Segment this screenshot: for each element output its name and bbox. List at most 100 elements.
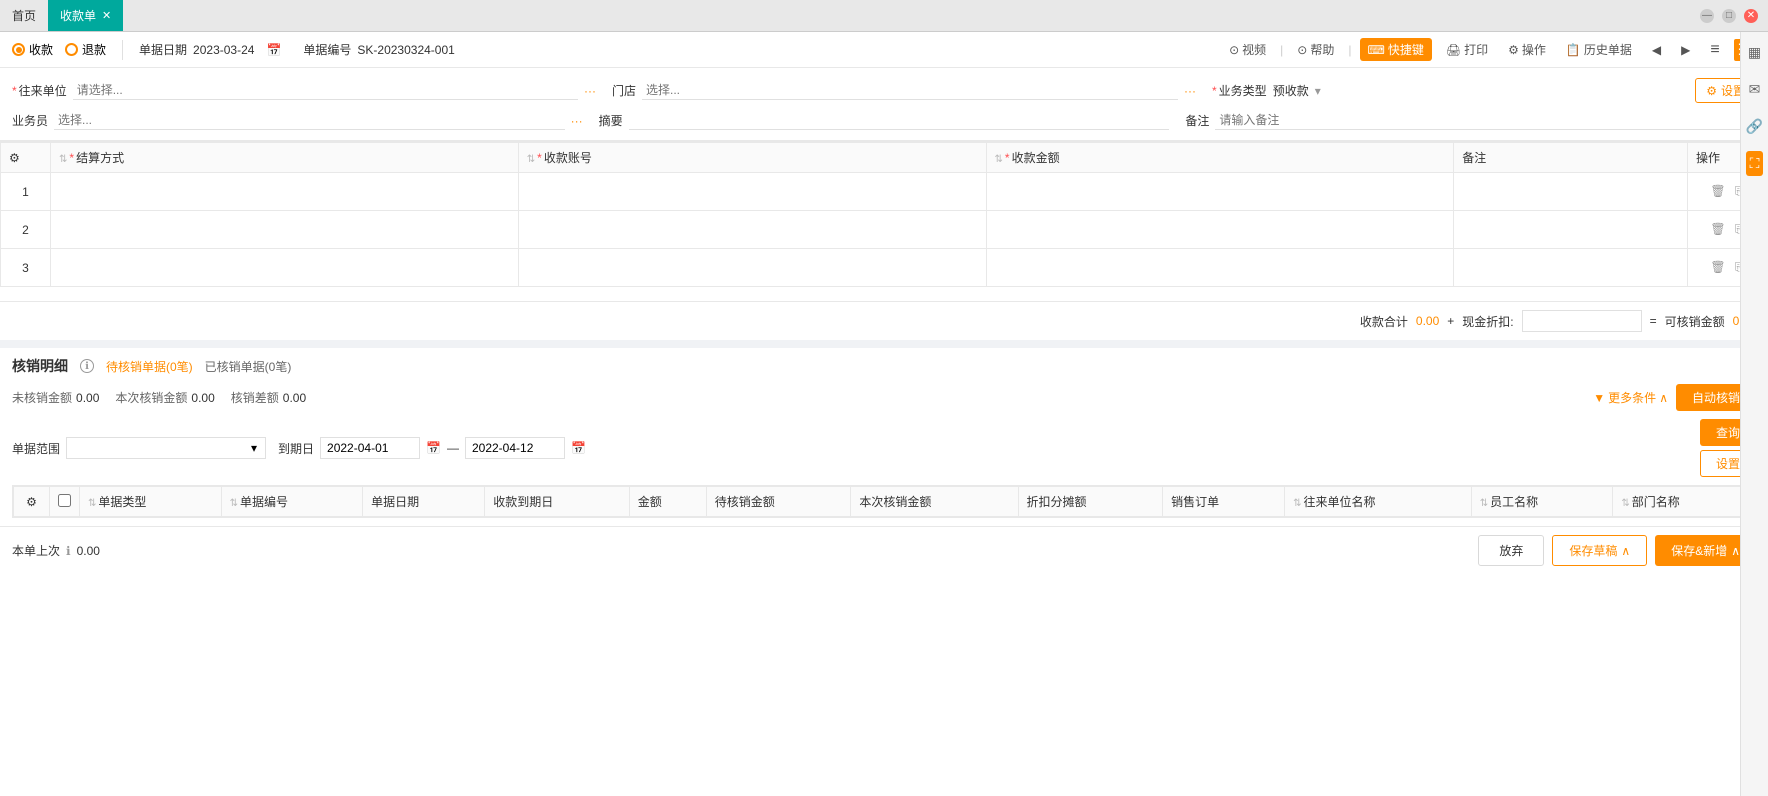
summary-row: 收款合计 0.00 + 现金折扣: = 可核销金额 0.00 <box>0 301 1768 340</box>
partner-input[interactable] <box>73 81 578 100</box>
row-3-account[interactable] <box>518 249 986 287</box>
discount-input[interactable] <box>1522 310 1642 332</box>
more-conditions-btn[interactable]: ▼ 更多条件 ∧ <box>1593 389 1668 406</box>
radio-group: 收款 退款 <box>12 41 106 58</box>
lt-th-discount: 折扣分摊额 <box>1018 487 1163 517</box>
print-btn[interactable]: 🖨 打印 <box>1440 39 1494 60</box>
row-1-amount[interactable] <box>986 173 1454 211</box>
nav-next-btn[interactable]: ▶ <box>1675 41 1696 59</box>
radio-refund[interactable]: 退款 <box>65 41 106 58</box>
current-stat: 本次核销金额 0.00 <box>115 389 214 406</box>
th-remark: 备注 <box>1454 143 1688 173</box>
bottom-info-icon[interactable]: ℹ <box>66 544 71 558</box>
lt-th-partner: ⇅往来单位名称 <box>1285 487 1472 517</box>
close-button[interactable]: ✕ <box>1744 9 1758 23</box>
shortcut-btn[interactable]: ⌨ 快捷键 <box>1360 38 1432 61</box>
lt-th-current: 本次核销金额 <box>851 487 1018 517</box>
unreconciled-label: 未核销金额 <box>12 389 72 406</box>
date-from-input[interactable] <box>320 437 420 459</box>
store-input[interactable] <box>642 81 1178 100</box>
th-settings[interactable]: ⚙ <box>1 143 51 173</box>
row-1-num: 1 <box>1 173 51 211</box>
row-2-account[interactable] <box>518 211 986 249</box>
lt-th-settings[interactable]: ⚙ <box>14 487 50 517</box>
tab-receipt[interactable]: 收款单 ✕ <box>48 0 123 31</box>
date-to-calendar-icon[interactable]: 📅 <box>571 441 586 455</box>
settings-gear-icon: ⚙ <box>1706 84 1717 98</box>
operation-label: 操作 <box>1522 41 1546 58</box>
lt-th-bill-date: 单据日期 <box>363 487 485 517</box>
business-type-dropdown[interactable]: ▾ <box>1315 84 1321 98</box>
filter-row: 单据范围 ▾ 到期日 📅 — 📅 查询 设置 <box>12 419 1756 477</box>
row-2-delete-icon[interactable]: 🗑 <box>1710 222 1725 236</box>
select-all-checkbox[interactable] <box>58 494 71 507</box>
due-date-field: 到期日 📅 — 📅 <box>278 437 586 459</box>
total-value: 0.00 <box>1416 314 1439 328</box>
sidebar-table-icon[interactable]: ▦ <box>1744 40 1765 65</box>
bottom-bar: 本单上次 ℹ 0.00 放弃 保存草稿 ∧ 保存&新增 ∧ <box>0 526 1768 574</box>
row-2-amount[interactable] <box>986 211 1454 249</box>
diff-value: 0.00 <box>283 391 306 405</box>
staff-input[interactable] <box>54 111 565 130</box>
row-3-delete-icon[interactable]: 🗑 <box>1710 260 1725 274</box>
store-more-icon[interactable]: ··· <box>1184 84 1196 98</box>
staff-label: 业务员 <box>12 112 48 129</box>
minimize-button[interactable]: — <box>1700 9 1714 23</box>
pending-tab[interactable]: 待核销单据(0笔) <box>106 358 193 375</box>
radio-receipt-dot <box>12 43 25 56</box>
sidebar-link-icon[interactable]: 🔗 <box>1742 114 1767 139</box>
diff-label: 核销差额 <box>231 389 279 406</box>
completed-tab[interactable]: 已核销单据(0笔) <box>205 358 292 375</box>
partner-field: *往来单位 ··· <box>12 81 596 100</box>
tab-home[interactable]: 首页 <box>0 0 48 31</box>
row-3-remark[interactable] <box>1454 249 1688 287</box>
video-btn[interactable]: ⊙ 视频 <box>1223 39 1272 60</box>
layout-icon[interactable]: ≡ <box>1704 39 1725 61</box>
nav-prev-btn[interactable]: ◀ <box>1646 41 1667 59</box>
range-select[interactable]: ▾ <box>66 437 266 459</box>
row-3-amount[interactable] <box>986 249 1454 287</box>
calendar-icon[interactable]: 📅 <box>260 41 287 59</box>
save-draft-button[interactable]: 保存草稿 ∧ <box>1552 535 1647 566</box>
date-to-input[interactable] <box>465 437 565 459</box>
row-3-num: 3 <box>1 249 51 287</box>
row-2-settlement[interactable] <box>51 211 519 249</box>
tab-receipt-label: 收款单 <box>60 7 96 24</box>
unreconciled-stat: 未核销金额 0.00 <box>12 389 99 406</box>
bottom-actions: 放弃 保存草稿 ∧ 保存&新增 ∧ <box>1478 535 1756 566</box>
partner-more-icon[interactable]: ··· <box>584 84 596 98</box>
summary-input[interactable] <box>629 111 1170 130</box>
reconcile-header: 核销明细 ℹ 待核销单据(0笔) 已核销单据(0笔) <box>12 356 1756 376</box>
business-type-value: 预收款 <box>1273 82 1309 99</box>
operation-btn[interactable]: ⚙ 操作 <box>1502 39 1552 60</box>
remark-input[interactable] <box>1215 111 1756 130</box>
reconcile-info-icon[interactable]: ℹ <box>80 359 94 373</box>
th-settlement: ⇅*结算方式 <box>51 143 519 173</box>
receipt-table: ⚙ ⇅*结算方式 ⇅*收款账号 ⇅*收款金额 备注 操作 <box>0 142 1768 287</box>
history-btn[interactable]: 📋 历史单据 <box>1560 39 1638 60</box>
row-1-delete-icon[interactable]: 🗑 <box>1710 184 1725 198</box>
remark-label: 备注 <box>1185 112 1209 129</box>
row-1-settlement[interactable] <box>51 173 519 211</box>
sidebar-expand-icon[interactable]: ⛶ <box>1746 151 1764 176</box>
number-value: SK-20230324-001 <box>357 43 454 57</box>
lt-th-staff: ⇅员工名称 <box>1471 487 1613 517</box>
reconcile-table: ⚙ ⇅单据类型 ⇅单据编号 单据日期 收款到期日 金额 待核销金额 本次核销金额… <box>13 486 1755 517</box>
filter-icon: ▼ <box>1593 391 1605 405</box>
row-3-settlement[interactable] <box>51 249 519 287</box>
maximize-button[interactable]: □ <box>1722 9 1736 23</box>
help-btn[interactable]: ⊙ 帮助 <box>1291 39 1340 60</box>
plus-sign: + <box>1447 314 1454 328</box>
sidebar-mail-icon[interactable]: ✉ <box>1745 77 1765 102</box>
bottom-info-label: 本单上次 <box>12 542 60 559</box>
discard-button[interactable]: 放弃 <box>1478 535 1544 566</box>
staff-more-icon[interactable]: ··· <box>571 114 583 128</box>
history-label: 历史单据 <box>1584 41 1632 58</box>
row-1-remark[interactable] <box>1454 173 1688 211</box>
row-2-remark[interactable] <box>1454 211 1688 249</box>
radio-receipt[interactable]: 收款 <box>12 41 53 58</box>
video-label: 视频 <box>1242 41 1266 58</box>
tab-receipt-close[interactable]: ✕ <box>102 9 111 22</box>
row-1-account[interactable] <box>518 173 986 211</box>
date-from-calendar-icon[interactable]: 📅 <box>426 441 441 455</box>
